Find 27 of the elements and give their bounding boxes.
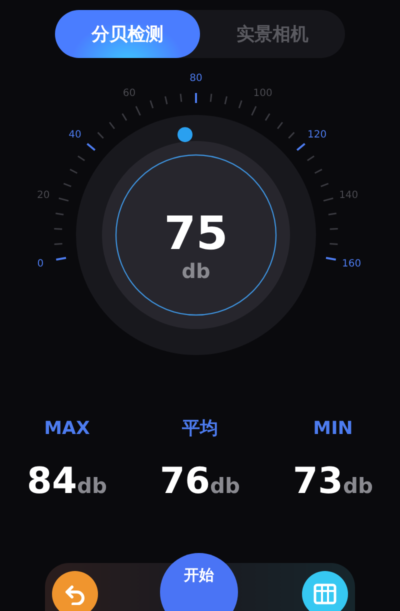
scale-label: 160	[342, 258, 362, 270]
stat-value: 73	[292, 461, 344, 502]
stat-label: MAX	[44, 417, 90, 441]
stat-unit: db	[343, 474, 374, 498]
grid-icon	[313, 583, 337, 605]
unit-label: db	[182, 259, 210, 283]
stat-unit: db	[77, 474, 108, 498]
scale-label: 0	[37, 258, 44, 270]
start-button[interactable]: 开始	[160, 553, 238, 611]
scale-label: 80	[190, 73, 202, 84]
scale-label: 60	[122, 88, 136, 99]
scale-label: 120	[308, 129, 327, 140]
return-button[interactable]	[52, 571, 98, 611]
tab[interactable]: 实景相机	[200, 10, 345, 58]
scale-label: 20	[37, 190, 50, 202]
tab[interactable]: 分贝检测	[55, 10, 200, 58]
scale-label: 140	[339, 190, 358, 202]
scale-label: 40	[68, 129, 82, 140]
stat-label: 平均	[182, 417, 218, 441]
decibel-reading: 75	[164, 206, 228, 260]
stat-label: MIN	[313, 417, 353, 441]
stat-unit: db	[210, 474, 240, 498]
return-arrow-icon	[64, 583, 86, 605]
grid-button[interactable]	[302, 571, 348, 611]
scale-label: 100	[253, 88, 272, 99]
stat-value: 76	[160, 461, 210, 502]
stat-value: 84	[26, 461, 78, 502]
